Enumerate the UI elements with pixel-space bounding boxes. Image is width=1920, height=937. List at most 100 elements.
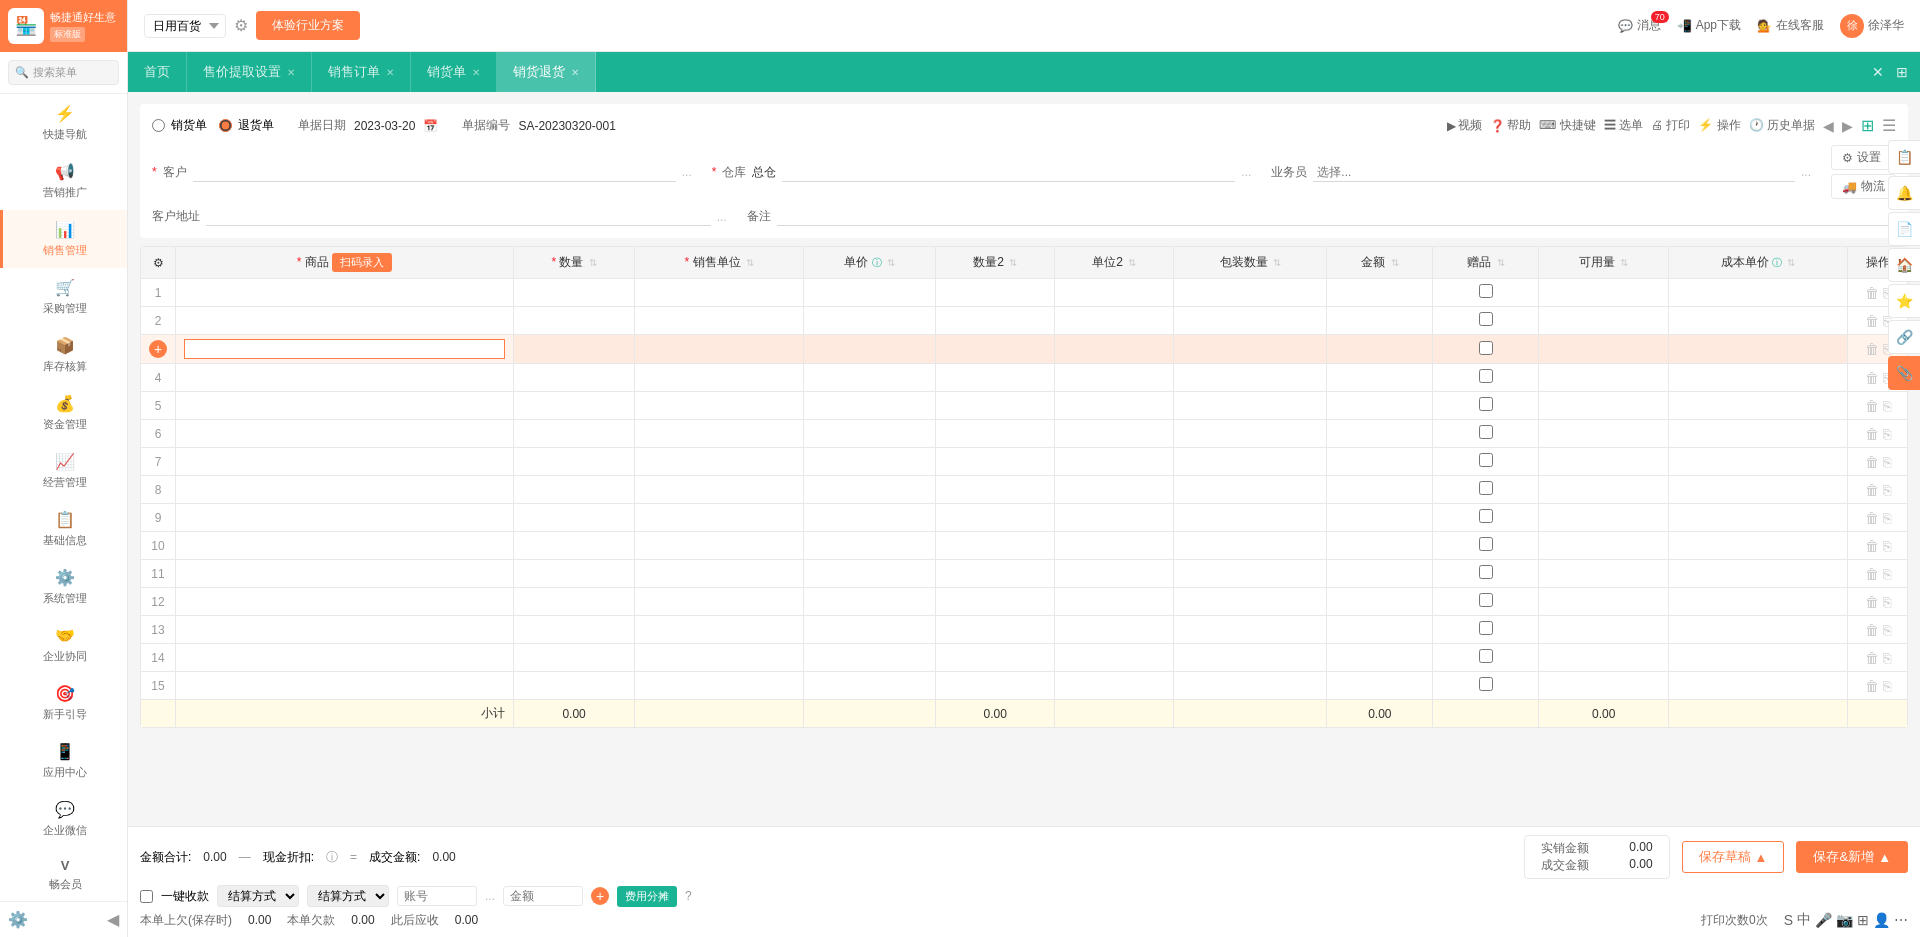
remarks-input[interactable] bbox=[777, 207, 1896, 226]
summary-method-select[interactable]: 结算方式 bbox=[307, 885, 389, 907]
tab-sales-delivery-close[interactable]: ✕ bbox=[472, 67, 480, 78]
delete-row-icon[interactable]: 🗑 bbox=[1865, 370, 1879, 386]
row-pack-qty[interactable] bbox=[1174, 279, 1327, 307]
col-cost-price-sort[interactable]: ⇅ bbox=[1787, 257, 1795, 268]
sidebar-item-marketing[interactable]: 📢 营销推广 bbox=[0, 152, 127, 210]
fee-split-button[interactable]: 费用分摊 bbox=[617, 886, 677, 907]
delete-row-icon[interactable]: 🗑 bbox=[1865, 510, 1879, 526]
copy-row-icon[interactable]: ⎘ bbox=[1883, 566, 1891, 582]
col-amount-sort[interactable]: ⇅ bbox=[1391, 257, 1399, 268]
col-gift-sort[interactable]: ⇅ bbox=[1497, 257, 1505, 268]
sidebar-item-sys-mgmt[interactable]: ⚙️ 系统管理 bbox=[0, 558, 127, 616]
sidebar-item-ops-mgmt[interactable]: 📈 经营管理 bbox=[0, 442, 127, 500]
search-menu-button[interactable]: 🔍 搜索菜单 bbox=[8, 60, 119, 85]
row-unit-price[interactable] bbox=[804, 335, 936, 364]
row-pack-qty[interactable] bbox=[1174, 307, 1327, 335]
more-icon[interactable]: ⋯ bbox=[1894, 912, 1908, 928]
message-button[interactable]: 💬 消息 70 bbox=[1618, 17, 1661, 34]
gift-checkbox[interactable] bbox=[1479, 453, 1493, 467]
gift-checkbox[interactable] bbox=[1479, 509, 1493, 523]
copy-row-icon[interactable]: ⎘ bbox=[1883, 482, 1891, 498]
delete-row-icon[interactable]: 🗑 bbox=[1865, 594, 1879, 610]
gift-checkbox[interactable] bbox=[1479, 397, 1493, 411]
row-qty2[interactable] bbox=[936, 307, 1055, 335]
next-record-icon[interactable]: ▶ bbox=[1842, 118, 1853, 134]
customer-dots[interactable]: ... bbox=[682, 165, 692, 179]
row-available[interactable] bbox=[1539, 335, 1669, 364]
amount-input[interactable] bbox=[503, 886, 583, 906]
one-key-pay-checkbox[interactable] bbox=[140, 890, 153, 903]
scan-input-button[interactable]: 扫码录入 bbox=[332, 253, 392, 272]
calendar-icon[interactable]: 📅 bbox=[423, 119, 438, 133]
delete-row-icon[interactable]: 🗑 bbox=[1865, 650, 1879, 666]
product-input-active[interactable] bbox=[184, 339, 505, 359]
sidebar-item-basic-info[interactable]: 📋 基础信息 bbox=[0, 500, 127, 558]
copy-row-icon[interactable]: ⎘ bbox=[1883, 454, 1891, 470]
row-sales-unit[interactable] bbox=[635, 307, 804, 335]
gift-checkbox[interactable] bbox=[1479, 537, 1493, 551]
select-order-link[interactable]: ☰ 选单 bbox=[1604, 117, 1643, 134]
salesperson-dots[interactable]: ... bbox=[1801, 165, 1811, 179]
col-available-sort[interactable]: ⇅ bbox=[1620, 257, 1628, 268]
sidebar-item-enterprise[interactable]: 🤝 企业协同 bbox=[0, 616, 127, 674]
warehouse-dots[interactable]: ... bbox=[1241, 165, 1251, 179]
row-qty2[interactable] bbox=[936, 335, 1055, 364]
sougou-icon[interactable]: S bbox=[1784, 912, 1793, 928]
copy-row-icon[interactable]: ⎘ bbox=[1883, 594, 1891, 610]
tab-sales-order[interactable]: 销售订单 ✕ bbox=[312, 52, 411, 92]
save-draft-button[interactable]: 保存草稿 ▲ bbox=[1682, 841, 1785, 873]
col-settings-th[interactable]: ⚙ bbox=[141, 247, 176, 279]
side-tool-3[interactable]: 📄 bbox=[1888, 212, 1920, 246]
row-cost-price[interactable] bbox=[1668, 307, 1847, 335]
sidebar-item-inventory[interactable]: 📦 库存核算 bbox=[0, 326, 127, 384]
tab-more-icon[interactable]: ⊞ bbox=[1892, 60, 1912, 84]
prev-record-icon[interactable]: ◀ bbox=[1823, 118, 1834, 134]
scan-barcode-icon[interactable]: 📷 bbox=[1836, 912, 1853, 928]
account-input[interactable] bbox=[397, 886, 477, 906]
row-amount[interactable] bbox=[1327, 307, 1433, 335]
industry-selector[interactable]: 日用百货 bbox=[144, 14, 226, 38]
row-cost-price[interactable] bbox=[1668, 279, 1847, 307]
gift-checkbox[interactable] bbox=[1479, 341, 1493, 355]
row-unit2[interactable] bbox=[1055, 307, 1174, 335]
side-tool-1[interactable]: 📋 bbox=[1888, 140, 1920, 174]
row-unit2[interactable] bbox=[1055, 335, 1174, 364]
row-product[interactable] bbox=[176, 279, 514, 307]
sidebar-item-new-guide[interactable]: 🎯 新手引导 bbox=[0, 674, 127, 732]
col-qty2-sort[interactable]: ⇅ bbox=[1009, 257, 1017, 268]
tab-sales-return-close[interactable]: ✕ bbox=[571, 67, 579, 78]
sidebar-item-changyou-member[interactable]: V 畅会员 bbox=[0, 848, 127, 901]
caret-icon[interactable]: 中 bbox=[1797, 911, 1811, 929]
delete-row-icon[interactable]: 🗑 bbox=[1865, 398, 1879, 414]
sidebar-item-finance-mgmt[interactable]: 💰 资金管理 bbox=[0, 384, 127, 442]
user-profile[interactable]: 徐 徐泽华 bbox=[1840, 14, 1904, 38]
row-sales-unit[interactable] bbox=[635, 279, 804, 307]
row-unit2[interactable] bbox=[1055, 279, 1174, 307]
add-payment-button[interactable]: + bbox=[591, 887, 609, 905]
gift-checkbox[interactable] bbox=[1479, 593, 1493, 607]
row-qty[interactable] bbox=[513, 335, 635, 364]
copy-row-icon[interactable]: ⎘ bbox=[1883, 622, 1891, 638]
address-dots[interactable]: ... bbox=[717, 210, 727, 224]
calc-method-select[interactable]: 结算方式 bbox=[217, 885, 299, 907]
warehouse-input[interactable] bbox=[782, 163, 1235, 182]
delete-row-icon[interactable]: 🗑 bbox=[1865, 285, 1879, 301]
radio-sales-input[interactable] bbox=[152, 119, 165, 132]
row-gift[interactable] bbox=[1433, 307, 1539, 335]
row-amount[interactable] bbox=[1327, 279, 1433, 307]
list-view-icon[interactable]: ☰ bbox=[1882, 116, 1896, 135]
customer-input[interactable] bbox=[193, 163, 676, 182]
col-settings-icon[interactable]: ⚙ bbox=[153, 256, 164, 270]
row-qty[interactable] bbox=[513, 307, 635, 335]
copy-row-icon[interactable]: ⎘ bbox=[1883, 510, 1891, 526]
delete-row-icon[interactable]: 🗑 bbox=[1865, 678, 1879, 694]
row-product[interactable] bbox=[176, 335, 514, 364]
tab-close-all-icon[interactable]: ✕ bbox=[1868, 60, 1888, 84]
row-available[interactable] bbox=[1539, 279, 1669, 307]
gift-checkbox[interactable] bbox=[1479, 649, 1493, 663]
tab-sales-delivery[interactable]: 销货单 ✕ bbox=[411, 52, 497, 92]
radio-return-input[interactable] bbox=[219, 119, 232, 132]
gift-checkbox[interactable] bbox=[1479, 425, 1493, 439]
topbar-gear-icon[interactable]: ⚙ bbox=[234, 16, 248, 35]
operate-link[interactable]: ⚡ 操作 bbox=[1698, 117, 1740, 134]
